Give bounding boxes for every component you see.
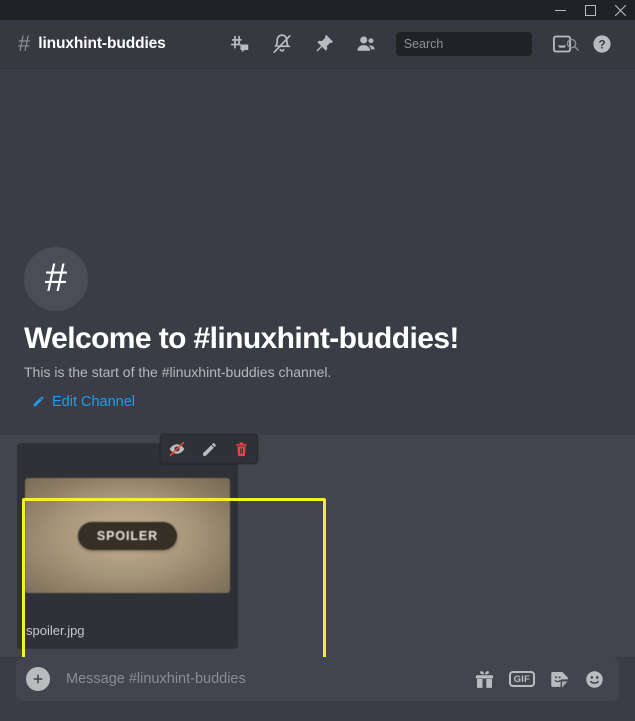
composer-icon-group: GIF — [474, 667, 605, 691]
remove-spoiler-icon[interactable] — [161, 435, 193, 463]
channel-header: # linuxhint-buddies Search ? — [0, 20, 635, 68]
bell-off-icon[interactable] — [270, 32, 294, 56]
sticker-icon[interactable] — [549, 667, 570, 691]
hash-icon: # — [18, 31, 31, 56]
attachment-card[interactable]: SPOILER spoiler.jpg — [17, 434, 258, 649]
search-box[interactable] — [395, 32, 579, 56]
composer-area: GIF — [0, 657, 635, 721]
window-maximize-button[interactable] — [575, 0, 605, 20]
window-minimize-button[interactable] — [545, 0, 575, 20]
svg-text:?: ? — [598, 37, 605, 51]
window-close-button[interactable] — [605, 0, 635, 20]
spoiler-image[interactable]: SPOILER — [25, 478, 230, 593]
edit-channel-button[interactable]: Edit Channel — [32, 394, 135, 410]
message-input[interactable] — [66, 671, 474, 687]
header-icon-group — [228, 32, 378, 56]
attach-file-button[interactable] — [26, 667, 50, 691]
help-icon[interactable]: ? — [590, 32, 614, 56]
message-composer[interactable]: GIF — [16, 657, 619, 701]
search-icon — [565, 37, 580, 52]
attachment-file-name[interactable]: spoiler.jpg — [26, 623, 230, 638]
message-actions-toolbar — [160, 434, 258, 464]
message-content: SPOILER spoiler.jpg — [0, 434, 619, 649]
delete-icon[interactable] — [225, 435, 257, 463]
hash-glyph: # — [44, 255, 68, 300]
pencil-icon — [32, 395, 45, 408]
emoji-icon[interactable] — [584, 667, 605, 691]
channel-name: linuxhint-buddies — [38, 35, 166, 52]
window-titlebar — [0, 0, 635, 20]
chat-messages-area[interactable]: # Welcome to #linuxhint-buddies! This is… — [0, 68, 635, 657]
spoiler-badge[interactable]: SPOILER — [77, 521, 178, 550]
gift-icon[interactable] — [474, 667, 495, 691]
search-input[interactable] — [403, 37, 565, 51]
gif-icon[interactable]: GIF — [508, 671, 535, 687]
welcome-title: Welcome to #linuxhint-buddies! — [24, 322, 459, 356]
edit-channel-label: Edit Channel — [52, 393, 136, 410]
channel-hash-avatar: # — [24, 247, 88, 312]
pin-icon[interactable] — [312, 32, 336, 56]
welcome-subtitle: This is the start of the #linuxhint-budd… — [24, 364, 332, 381]
discord-window: # linuxhint-buddies Search ? # Welcome t… — [0, 0, 635, 721]
threads-icon[interactable] — [228, 32, 252, 56]
channel-welcome-block: # Welcome to #linuxhint-buddies! This is… — [0, 247, 635, 413]
edit-icon[interactable] — [193, 435, 225, 463]
members-icon[interactable] — [354, 32, 378, 56]
message-row[interactable]: SPOILER spoiler.jpg — [0, 434, 635, 657]
